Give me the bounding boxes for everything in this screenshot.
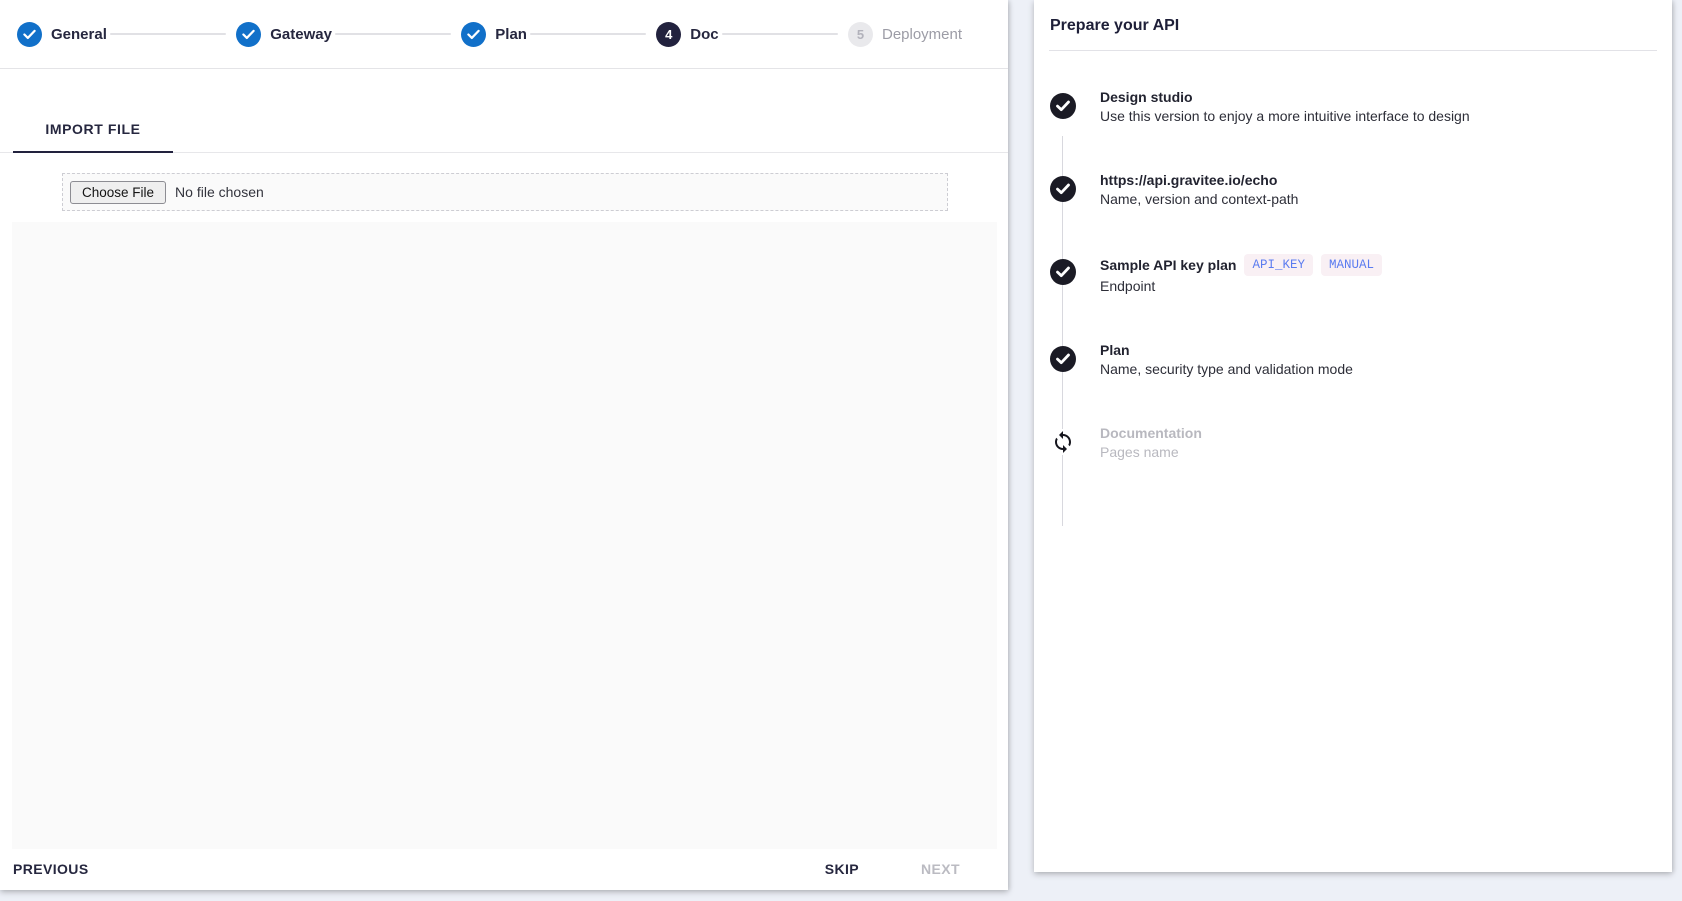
previous-button[interactable]: PREVIOUS <box>13 861 89 877</box>
step-label: Doc <box>690 26 718 43</box>
check-circle-icon <box>1050 93 1076 119</box>
step-label: Deployment <box>882 26 962 43</box>
list-item-documentation: Documentation Pages name <box>1050 424 1652 461</box>
next-button[interactable]: NEXT <box>921 861 960 877</box>
step-label: General <box>51 26 107 43</box>
item-title: Sample API key plan <box>1100 256 1236 274</box>
check-circle-icon <box>1050 176 1076 202</box>
item-title: Plan <box>1100 341 1353 359</box>
item-description: Name, version and context-path <box>1100 190 1298 208</box>
item-title: Design studio <box>1100 88 1470 106</box>
prepare-api-panel: Prepare your API Design studio Use this … <box>1034 0 1672 872</box>
item-description: Endpoint <box>1100 277 1382 295</box>
list-item-api-url: https://api.gravitee.io/echo Name, versi… <box>1050 171 1652 208</box>
file-chosen-status: No file chosen <box>175 184 264 200</box>
step-connector <box>110 33 226 35</box>
step-connector <box>335 33 451 35</box>
sync-spinner-icon <box>1050 429 1076 455</box>
step-general[interactable]: General <box>17 22 107 47</box>
list-item-sample-plan: Sample API key plan API_KEY MANUAL Endpo… <box>1050 254 1652 295</box>
step-doc[interactable]: 4 Doc <box>656 22 718 47</box>
step-gateway[interactable]: Gateway <box>236 22 332 47</box>
prepare-steps-list: Design studio Use this version to enjoy … <box>1034 51 1672 461</box>
step-label: Gateway <box>270 26 332 43</box>
item-description: Pages name <box>1100 443 1202 461</box>
step-number-badge: 4 <box>656 22 681 47</box>
choose-file-button[interactable]: Choose File <box>70 181 166 204</box>
item-title: https://api.gravitee.io/echo <box>1100 171 1298 189</box>
manual-badge: MANUAL <box>1321 254 1382 276</box>
item-description: Name, security type and validation mode <box>1100 360 1353 378</box>
wizard-footer: PREVIOUS SKIP NEXT <box>0 848 1008 890</box>
check-circle-icon <box>236 22 261 47</box>
check-circle-icon <box>1050 259 1076 285</box>
item-description: Use this version to enjoy a more intuiti… <box>1100 107 1470 125</box>
file-preview-area <box>12 222 997 849</box>
item-title: Documentation <box>1100 424 1202 442</box>
step-plan[interactable]: Plan <box>461 22 527 47</box>
step-deployment: 5 Deployment <box>848 22 962 47</box>
panel-title: Prepare your API <box>1049 0 1657 51</box>
tab-import-file[interactable]: IMPORT FILE <box>13 105 173 152</box>
step-connector <box>530 33 646 35</box>
api-key-badge: API_KEY <box>1244 254 1313 276</box>
wizard-stepper: General Gateway Plan 4 Doc 5 Deployment <box>0 0 1008 69</box>
step-connector <box>722 33 838 35</box>
check-circle-icon <box>461 22 486 47</box>
check-circle-icon <box>1050 346 1076 372</box>
list-item-plan: Plan Name, security type and validation … <box>1050 341 1652 378</box>
doc-tabs: IMPORT FILE <box>0 105 1008 153</box>
file-dropzone[interactable]: Choose File No file chosen <box>62 173 948 211</box>
list-item-design-studio: Design studio Use this version to enjoy … <box>1050 88 1652 125</box>
check-circle-icon <box>17 22 42 47</box>
wizard-card: General Gateway Plan 4 Doc 5 Deployment <box>0 0 1008 890</box>
step-number-badge: 5 <box>848 22 873 47</box>
step-label: Plan <box>495 26 527 43</box>
skip-button[interactable]: SKIP <box>825 861 859 877</box>
